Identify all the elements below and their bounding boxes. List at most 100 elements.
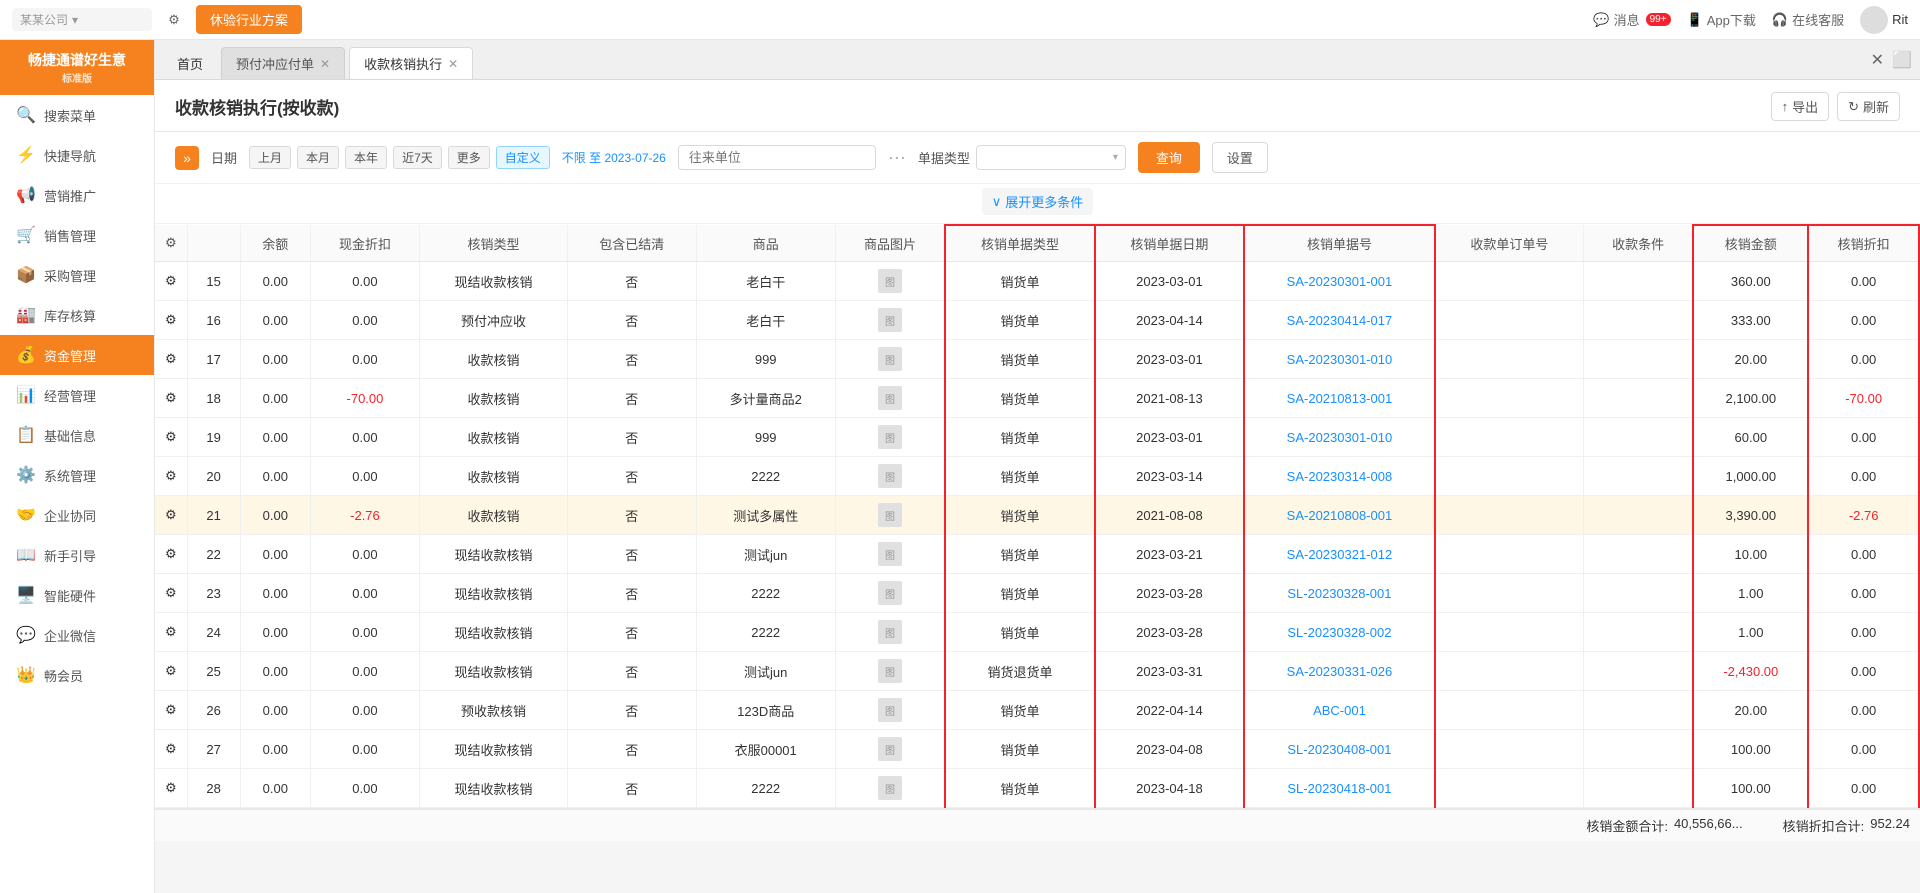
maximize-button[interactable]: ⬜	[1892, 50, 1912, 70]
cell-product: 2222	[696, 769, 835, 808]
cell-gear[interactable]: ⚙	[155, 652, 187, 691]
table-row: ⚙ 22 0.00 0.00 现结收款核销 否 测试jun 图 销货单 2023…	[155, 535, 1919, 574]
cell-voucher-type: 销货单	[945, 340, 1094, 379]
company-selector[interactable]: 某某公司 ▾	[12, 8, 152, 31]
cell-gear[interactable]: ⚙	[155, 574, 187, 613]
date-tag-last-month[interactable]: 上月	[249, 146, 291, 169]
cell-writeoff-type: 现结收款核销	[420, 262, 568, 301]
cell-cash-discount: 0.00	[310, 691, 419, 730]
sidebar-item-shortcuts[interactable]: ⚡ 快捷导航	[0, 135, 154, 175]
cell-gear[interactable]: ⚙	[155, 340, 187, 379]
cell-voucher-date: 2023-04-18	[1095, 769, 1244, 808]
app-download-button[interactable]: 📱 App下载	[1687, 10, 1756, 29]
sidebar-item-collab[interactable]: 🤝 企业协同	[0, 495, 154, 535]
tab-receipts[interactable]: 收款核销执行 ✕	[349, 47, 473, 79]
cell-included-cleared: 否	[567, 535, 696, 574]
sidebar-item-basics[interactable]: 📋 基础信息	[0, 415, 154, 455]
sidebar-item-inventory[interactable]: 🏭 库存核算	[0, 295, 154, 335]
expand-conditions-label: 展开更多条件	[1005, 192, 1083, 211]
logo-text: 畅捷通谱好生意	[28, 50, 126, 70]
handshake-icon: 🤝	[16, 505, 36, 525]
filter-expand-button[interactable]: »	[175, 146, 199, 170]
col-header-gear[interactable]: ⚙	[155, 225, 187, 262]
expand-conditions-button[interactable]: ∨ 展开更多条件	[982, 188, 1094, 215]
date-tag-7days[interactable]: 近7天	[393, 146, 442, 169]
cell-cash-discount: 0.00	[310, 769, 419, 808]
cell-voucher-date: 2023-03-01	[1095, 262, 1244, 301]
industry-button[interactable]: 休验行业方案	[196, 5, 302, 34]
query-button[interactable]: 查询	[1138, 142, 1200, 173]
settings-icon[interactable]: ⚙	[160, 6, 188, 34]
cell-writeoff-type: 收款核销	[420, 418, 568, 457]
cell-receipt-terms	[1583, 340, 1693, 379]
cell-receipt-terms	[1583, 301, 1693, 340]
cell-included-cleared: 否	[567, 379, 696, 418]
cell-gear[interactable]: ⚙	[155, 769, 187, 808]
box-icon: 📦	[16, 265, 36, 285]
sidebar-item-hardware[interactable]: 🖥️ 智能硬件	[0, 575, 154, 615]
table-row: ⚙ 15 0.00 0.00 现结收款核销 否 老白干 图 销货单 2023-0…	[155, 262, 1919, 301]
table-row: ⚙ 19 0.00 0.00 收款核销 否 999 图 销货单 2023-03-…	[155, 418, 1919, 457]
cell-gear[interactable]: ⚙	[155, 379, 187, 418]
tab-prepay[interactable]: 预付冲应付单 ✕	[221, 47, 345, 79]
date-tag-more[interactable]: 更多	[448, 146, 490, 169]
sidebar-label-finance: 资金管理	[44, 346, 96, 365]
export-button[interactable]: ↑ 导出	[1771, 92, 1830, 121]
sidebar-item-marketing[interactable]: 📢 营销推广	[0, 175, 154, 215]
cell-receipt-order	[1435, 652, 1584, 691]
online-service-button[interactable]: 🎧 在线客服	[1772, 10, 1844, 29]
table-row: ⚙ 21 0.00 -2.76 收款核销 否 测试多属性 图 销货单 2021-…	[155, 496, 1919, 535]
cell-product-image: 图	[835, 613, 945, 652]
sidebar-item-sales[interactable]: 🛒 销售管理	[0, 215, 154, 255]
cell-product: 2222	[696, 574, 835, 613]
messages-button[interactable]: 💬 消息 99+	[1593, 10, 1670, 29]
cell-cash-discount: 0.00	[310, 730, 419, 769]
sidebar-item-member[interactable]: 👑 畅会员	[0, 655, 154, 695]
cell-voucher-no: SL-20230328-002	[1244, 613, 1435, 652]
user-menu[interactable]: Rit	[1860, 6, 1908, 34]
cell-gear[interactable]: ⚙	[155, 301, 187, 340]
close-window-button[interactable]: ✕	[1871, 50, 1884, 70]
close-tab-receipts-icon[interactable]: ✕	[448, 57, 458, 71]
refresh-button[interactable]: ↻ 刷新	[1837, 92, 1900, 121]
date-tag-this-year[interactable]: 本年	[345, 146, 387, 169]
top-bar-left: 某某公司 ▾ ⚙ 休验行业方案	[12, 5, 1583, 34]
close-tab-prepay-icon[interactable]: ✕	[320, 57, 330, 71]
cell-gear[interactable]: ⚙	[155, 457, 187, 496]
sidebar-label-operations: 经营管理	[44, 386, 96, 405]
cell-gear[interactable]: ⚙	[155, 496, 187, 535]
cell-cash-discount: 0.00	[310, 613, 419, 652]
tab-home[interactable]: 首页	[163, 48, 217, 79]
content-area: 收款核销执行(按收款) ↑ 导出 ↻ 刷新 » 日期 上月	[155, 80, 1920, 893]
cell-gear[interactable]: ⚙	[155, 262, 187, 301]
sidebar-item-search[interactable]: 🔍 搜索菜单	[0, 95, 154, 135]
sidebar-item-wechat[interactable]: 💬 企业微信	[0, 615, 154, 655]
sidebar-item-guide[interactable]: 📖 新手引导	[0, 535, 154, 575]
sidebar-item-purchase[interactable]: 📦 采购管理	[0, 255, 154, 295]
sidebar-label-guide: 新手引导	[44, 546, 96, 565]
voucher-type-select[interactable]	[976, 145, 1126, 170]
cell-gear[interactable]: ⚙	[155, 730, 187, 769]
more-options-icon[interactable]: ···	[888, 147, 906, 168]
date-tag-custom[interactable]: 自定义	[496, 146, 550, 169]
cell-receipt-terms	[1583, 574, 1693, 613]
cell-gear[interactable]: ⚙	[155, 613, 187, 652]
filter-bar: » 日期 上月 本月 本年 近7天 更多 自定义 不限 至 2023-07-26…	[155, 132, 1920, 184]
dropdown-arrow-icon: ▾	[72, 13, 78, 27]
cell-writeoff-type: 收款核销	[420, 496, 568, 535]
cell-gear[interactable]: ⚙	[155, 418, 187, 457]
cell-gear[interactable]: ⚙	[155, 535, 187, 574]
cell-voucher-date: 2022-04-14	[1095, 691, 1244, 730]
sidebar-item-operations[interactable]: 📊 经营管理	[0, 375, 154, 415]
chat-icon: 💬	[16, 625, 36, 645]
expand-conditions-bar: ∨ 展开更多条件	[155, 184, 1920, 224]
sidebar-item-system[interactable]: ⚙️ 系统管理	[0, 455, 154, 495]
cell-writeoff-discount: -70.00	[1808, 379, 1919, 418]
page-title: 收款核销执行(按收款)	[175, 94, 339, 129]
cell-writeoff-type: 现结收款核销	[420, 574, 568, 613]
date-tag-this-month[interactable]: 本月	[297, 146, 339, 169]
cell-gear[interactable]: ⚙	[155, 691, 187, 730]
counterparty-input[interactable]	[678, 145, 876, 170]
filter-settings-button[interactable]: 设置	[1212, 142, 1268, 173]
sidebar-item-finance[interactable]: 💰 资金管理	[0, 335, 154, 375]
